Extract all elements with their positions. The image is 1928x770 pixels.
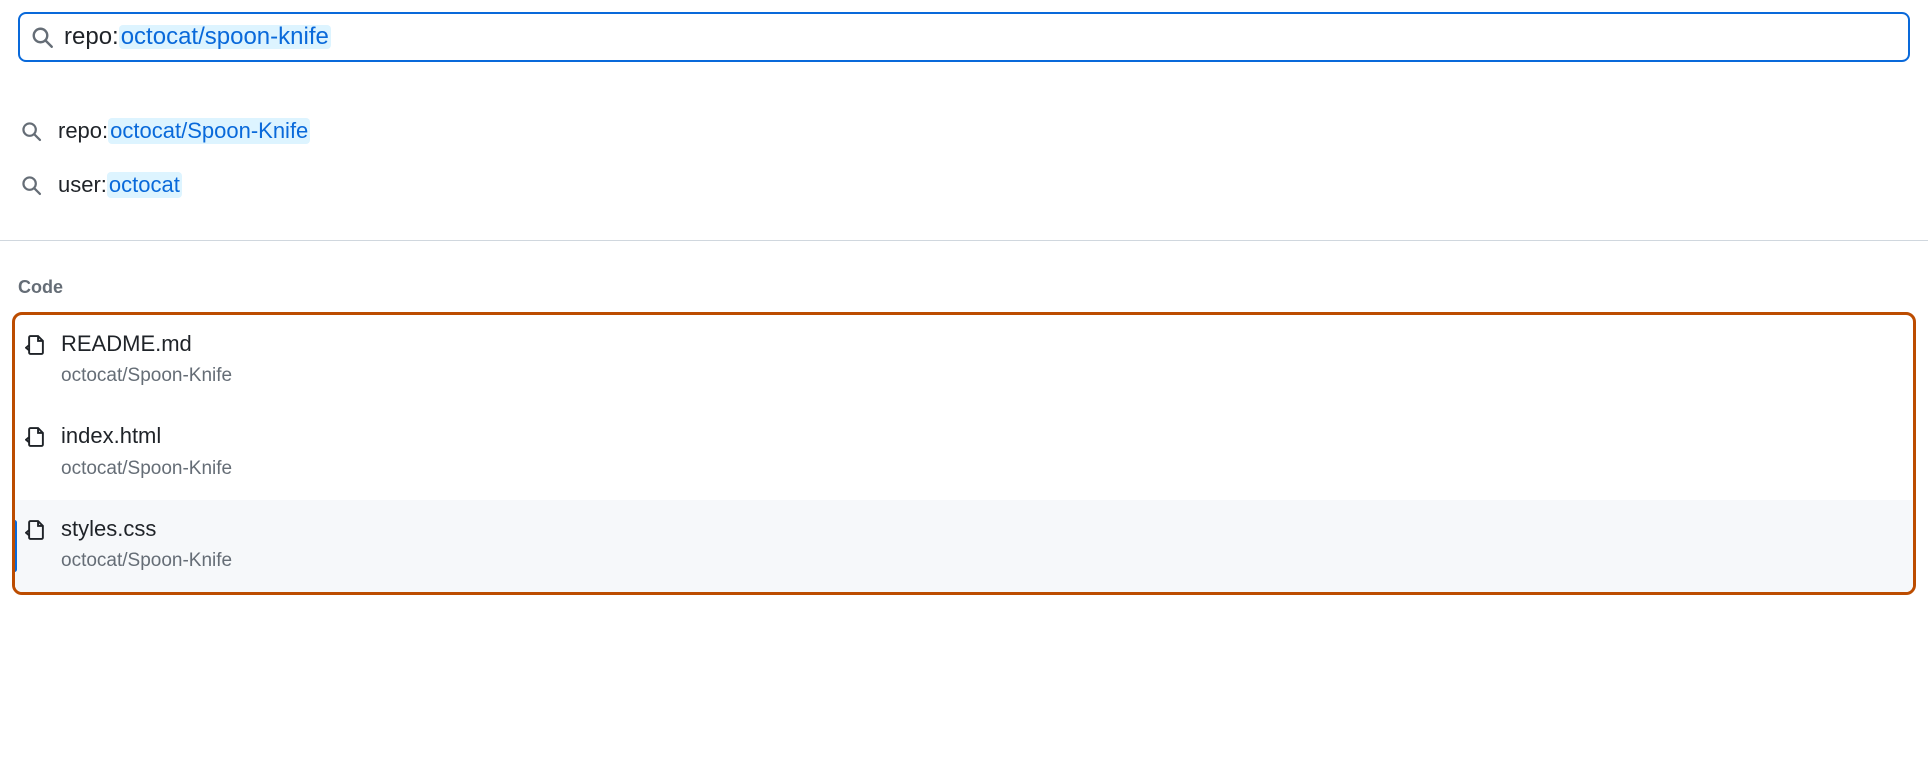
code-result[interactable]: styles.css octocat/Spoon-Knife — [15, 500, 1913, 592]
code-result-repo: octocat/Spoon-Knife — [61, 550, 232, 572]
suggestion-text: user:octocat — [58, 172, 182, 198]
code-result[interactable]: README.md octocat/Spoon-Knife — [15, 315, 1913, 407]
search-query-value: octocat/spoon-knife — [119, 25, 331, 49]
section-heading-code: Code — [0, 241, 1928, 312]
code-result-body: index.html octocat/Spoon-Knife — [61, 423, 232, 479]
code-results-group: README.md octocat/Spoon-Knife index.html… — [12, 312, 1916, 595]
search-query-prefix: repo: — [64, 25, 119, 49]
search-icon — [20, 174, 42, 196]
code-result-body: README.md octocat/Spoon-Knife — [61, 331, 232, 387]
search-suggestions: repo:octocat/Spoon-Knife user:octocat — [0, 80, 1928, 241]
file-code-icon — [25, 334, 47, 356]
code-result-body: styles.css octocat/Spoon-Knife — [61, 516, 232, 572]
search-input[interactable]: repo:octocat/spoon-knife — [18, 12, 1910, 62]
search-icon — [30, 25, 54, 49]
file-code-icon — [25, 519, 47, 541]
suggestion-text: repo:octocat/Spoon-Knife — [58, 118, 310, 144]
search-input-field[interactable] — [331, 23, 1898, 51]
suggestion-user[interactable]: user:octocat — [18, 158, 1910, 212]
suggestion-repo[interactable]: repo:octocat/Spoon-Knife — [18, 104, 1910, 158]
code-result[interactable]: index.html octocat/Spoon-Knife — [15, 407, 1913, 499]
search-query-display: repo:octocat/spoon-knife — [64, 25, 331, 49]
code-result-filename: README.md — [61, 331, 232, 357]
code-result-repo: octocat/Spoon-Knife — [61, 365, 232, 387]
code-result-filename: styles.css — [61, 516, 232, 542]
code-result-filename: index.html — [61, 423, 232, 449]
code-result-repo: octocat/Spoon-Knife — [61, 458, 232, 480]
search-icon — [20, 120, 42, 142]
file-code-icon — [25, 426, 47, 448]
